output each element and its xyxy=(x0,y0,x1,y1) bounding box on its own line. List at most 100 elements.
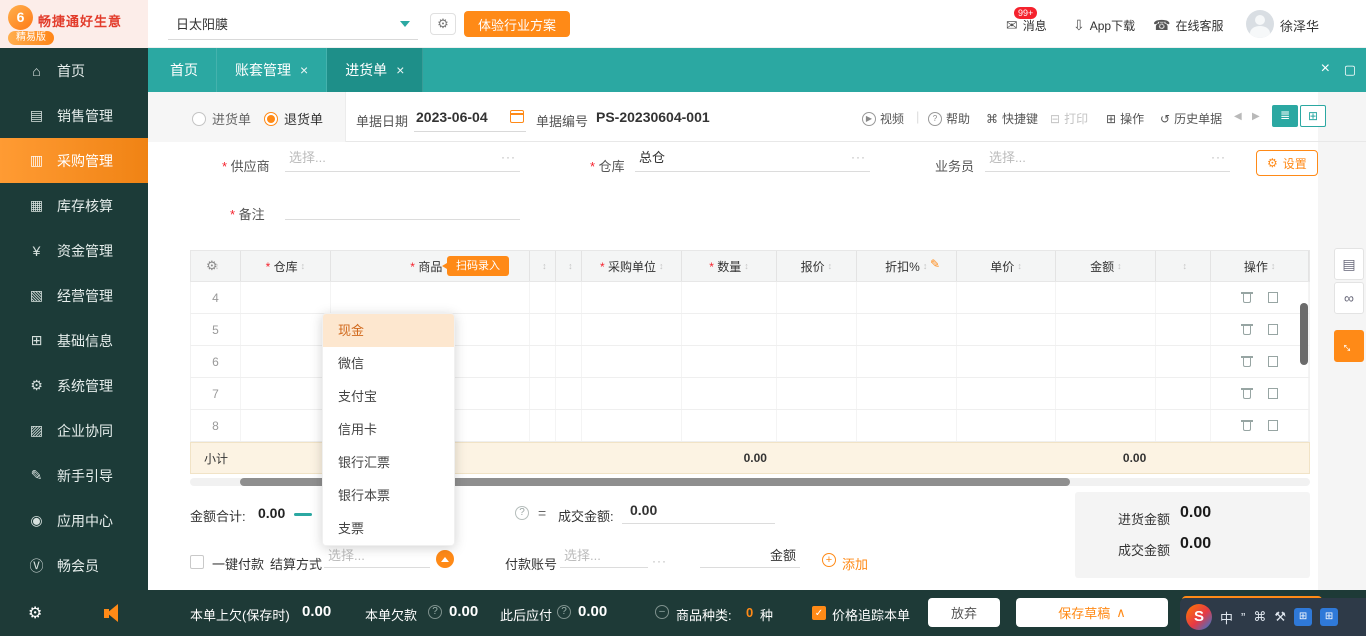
account-selector[interactable]: 日太阳膜 xyxy=(168,8,418,40)
dropdown-option[interactable]: 银行汇票 xyxy=(323,446,454,479)
toolbox-icon[interactable]: ⚒ xyxy=(1274,609,1286,625)
warehouse-input[interactable]: 总仓 ··· xyxy=(635,142,870,172)
taskbar-app-icon[interactable]: ⊞ xyxy=(1320,608,1339,626)
print-button[interactable]: ⊟ 打印 xyxy=(1050,110,1088,127)
tab[interactable]: 账套管理 × xyxy=(217,48,328,92)
delete-row-icon[interactable] xyxy=(1240,292,1253,303)
sidebar-item[interactable]: ✎ 新手引导 xyxy=(0,453,148,498)
ime-lang-icon[interactable]: 中 xyxy=(1220,608,1233,627)
onekey-pay-checkbox[interactable] xyxy=(190,555,204,569)
tab[interactable]: 进货单 × xyxy=(327,48,424,92)
sidebar-item[interactable]: ▨ 企业协同 xyxy=(0,408,148,453)
sidebar-item[interactable]: ⚙ 系统管理 xyxy=(0,363,148,408)
help-icon[interactable]: ? xyxy=(428,605,442,619)
account-settings-button[interactable]: ⚙ xyxy=(430,13,456,35)
close-icon[interactable]: × xyxy=(1321,60,1330,78)
delete-row-icon[interactable] xyxy=(1240,388,1253,399)
sogou-logo-icon[interactable]: S xyxy=(1186,604,1212,630)
keyboard-icon[interactable]: ⌘ xyxy=(1253,609,1266,625)
more-options-icon[interactable]: ··· xyxy=(652,554,667,568)
supplier-input[interactable]: 选择... ··· xyxy=(285,142,520,172)
app-download-button[interactable]: ⇩ App下载 xyxy=(1073,17,1135,34)
copy-row-icon[interactable] xyxy=(1267,324,1278,335)
edit-discount-icon[interactable]: ✎ xyxy=(930,257,940,271)
table-header-cell[interactable]: 采购单位 xyxy=(582,251,683,281)
actions-button[interactable]: ⊞ 操作 xyxy=(1106,110,1144,127)
dropdown-option[interactable]: 银行本票 xyxy=(323,479,454,512)
help-button[interactable]: ? 帮助 xyxy=(928,110,970,127)
more-options-icon[interactable]: ··· xyxy=(501,150,516,164)
copy-row-icon[interactable] xyxy=(1267,388,1278,399)
more-options-icon[interactable]: ··· xyxy=(851,150,866,164)
next-arrow-icon[interactable]: ▶ xyxy=(1252,111,1260,122)
expand-button[interactable]: ↔ xyxy=(1334,330,1364,362)
table-header-cell[interactable]: 仓库 xyxy=(241,251,331,281)
table-header-cell[interactable]: 金额 xyxy=(1056,251,1157,281)
price-track-checkbox[interactable]: ✓ xyxy=(812,606,826,620)
dropdown-option[interactable]: 支票 xyxy=(323,512,454,545)
delete-row-icon[interactable] xyxy=(1240,324,1253,335)
table-header-cell[interactable] xyxy=(1156,251,1212,281)
punctuation-icon[interactable]: ” xyxy=(1241,610,1245,625)
sidebar-item[interactable]: ▧ 经营管理 xyxy=(0,273,148,318)
avatar[interactable] xyxy=(1246,10,1274,38)
dropdown-option[interactable]: 信用卡 xyxy=(323,413,454,446)
online-service-button[interactable]: ☎ 在线客服 xyxy=(1153,17,1223,34)
calendar-icon[interactable] xyxy=(510,110,524,123)
dropdown-option[interactable]: 现金 xyxy=(323,314,454,347)
video-button[interactable]: ▶ 视频 xyxy=(862,110,904,127)
collapse-icon[interactable]: – xyxy=(655,605,669,619)
sidebar-item[interactable]: ¥ 资金管理 xyxy=(0,228,148,273)
invoice-helper-button[interactable]: ▤ xyxy=(1334,248,1364,280)
tab-close-icon[interactable]: × xyxy=(396,62,404,78)
save-draft-button[interactable]: 保存草稿 ∧ xyxy=(1016,598,1168,627)
column-settings-gear-icon[interactable]: ⚙ xyxy=(206,258,218,274)
table-header-cell[interactable] xyxy=(556,251,583,281)
help-icon[interactable]: ? xyxy=(515,506,529,520)
delete-row-icon[interactable] xyxy=(1240,420,1253,431)
prev-arrow-icon[interactable]: ◀ xyxy=(1234,111,1242,122)
table-header-cell[interactable] xyxy=(530,251,557,281)
more-options-icon[interactable]: ··· xyxy=(1211,150,1226,164)
copy-row-icon[interactable] xyxy=(1267,420,1278,431)
view-toggle-detail[interactable]: ⊞ xyxy=(1300,105,1326,127)
date-input[interactable]: 2023-06-04 xyxy=(414,102,526,132)
fullscreen-icon[interactable]: ▢ xyxy=(1344,62,1356,78)
remark-input[interactable] xyxy=(285,190,520,220)
sidebar-item[interactable]: ▥ 采购管理 xyxy=(0,138,148,183)
deal-amount-input[interactable]: 0.00 xyxy=(622,496,775,524)
sidebar-item[interactable]: ▦ 库存核算 xyxy=(0,183,148,228)
table-row[interactable]: 4 xyxy=(190,282,1310,314)
table-header-cell[interactable]: 单价 xyxy=(957,251,1057,281)
help-icon[interactable]: ? xyxy=(557,605,571,619)
industry-solution-button[interactable]: 体验行业方案 xyxy=(464,11,571,37)
table-header-cell[interactable]: 操作 xyxy=(1211,251,1310,281)
copy-row-icon[interactable] xyxy=(1267,356,1278,367)
scan-entry-button[interactable]: 扫码录入 xyxy=(442,256,509,276)
username[interactable]: 徐泽华 xyxy=(1280,16,1319,35)
view-toggle-list[interactable]: ≣ xyxy=(1272,105,1298,127)
pay-amount-input[interactable]: 金额 xyxy=(700,542,800,568)
chevron-up-icon[interactable] xyxy=(436,550,454,568)
discard-button[interactable]: 放弃 xyxy=(928,598,1000,627)
link-button[interactable]: ∞ xyxy=(1334,282,1364,314)
copy-row-icon[interactable] xyxy=(1267,292,1278,303)
clerk-input[interactable]: 选择... ··· xyxy=(985,142,1230,172)
sidebar-item[interactable]: ⊞ 基础信息 xyxy=(0,318,148,363)
table-header-cell[interactable]: 数量 xyxy=(682,251,777,281)
add-payment-button[interactable]: 添加 xyxy=(842,554,868,573)
history-button[interactable]: ↺ 历史单据 xyxy=(1160,110,1222,127)
tab-close-icon[interactable]: × xyxy=(300,62,308,78)
hotkeys-button[interactable]: ⌘ 快捷键 xyxy=(986,110,1038,127)
sidebar-item[interactable]: ⌂ 首页 xyxy=(0,48,148,93)
table-header-cell[interactable]: 折扣% xyxy=(857,251,957,281)
pay-account-input[interactable]: 选择... xyxy=(560,542,648,568)
radio-purchase-order[interactable]: 进货单 xyxy=(192,109,251,128)
vertical-scrollbar-thumb[interactable] xyxy=(1300,303,1308,365)
gear-icon[interactable]: ⚙ xyxy=(28,603,42,623)
settings-button[interactable]: ⚙ 设置 xyxy=(1256,150,1318,176)
tab[interactable]: 首页 × xyxy=(152,48,217,92)
dropdown-option[interactable]: 微信 xyxy=(323,347,454,380)
dropdown-option[interactable]: 支付宝 xyxy=(323,380,454,413)
delete-row-icon[interactable] xyxy=(1240,356,1253,367)
